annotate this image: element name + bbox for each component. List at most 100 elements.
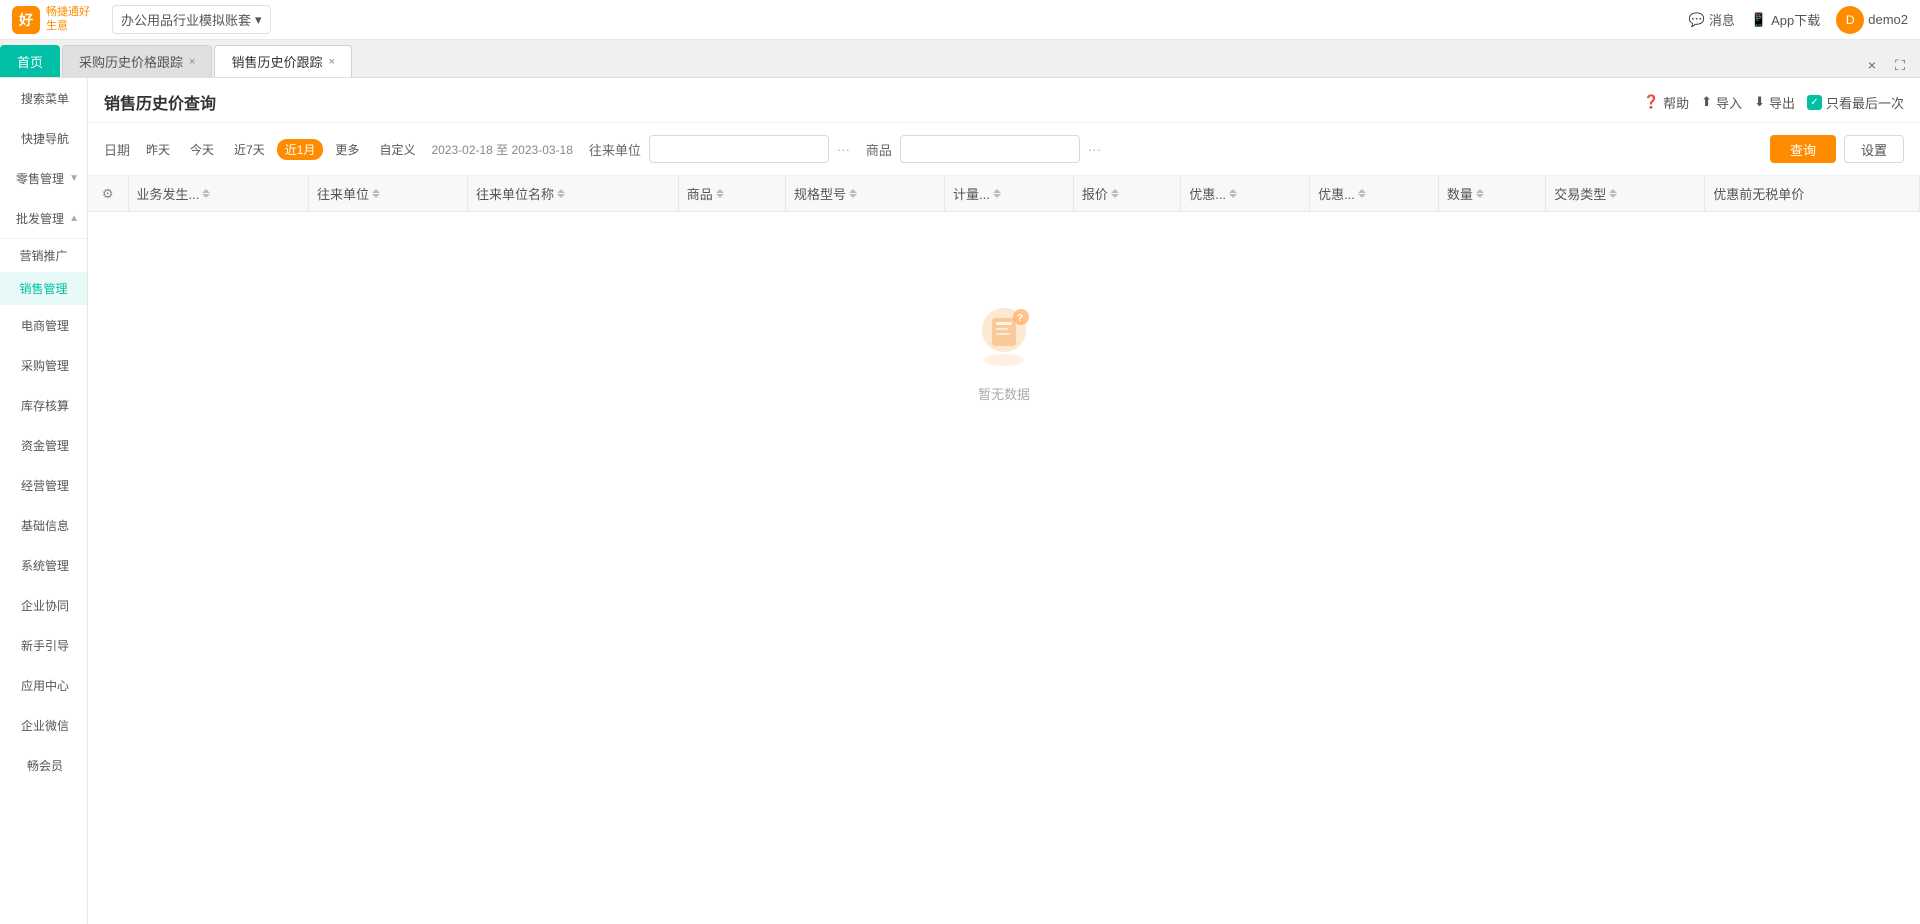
- tab-home[interactable]: 首页: [0, 45, 60, 77]
- app-download-label: App下载: [1771, 10, 1820, 29]
- import-action[interactable]: ⬆ 导入: [1701, 93, 1742, 112]
- message-action[interactable]: 💬 消息: [1689, 10, 1735, 29]
- date-range-display: 2023-02-18 至 2023-03-18: [431, 141, 572, 158]
- product-filter-input[interactable]: [900, 135, 1080, 163]
- sidebar-item-sales-mgmt-label: 销售管理: [19, 280, 67, 297]
- table-col-discount2[interactable]: 优惠...: [1310, 176, 1439, 212]
- table-col-partner-name[interactable]: 往来单位名称: [468, 176, 679, 212]
- date-tab-more[interactable]: 更多: [327, 139, 367, 160]
- table-col-unit[interactable]: 计量...: [945, 176, 1074, 212]
- sort-up-icon: [557, 189, 565, 193]
- date-tab-1month[interactable]: 近1月: [277, 139, 324, 160]
- setting-button[interactable]: 设置: [1844, 135, 1904, 163]
- partner-dots[interactable]: ···: [837, 142, 850, 157]
- sidebar: 搜索菜单 快捷导航 零售管理 ▼ 批发管理 ▲ 营销推广 销售管理 电商管理 采…: [0, 78, 88, 924]
- sidebar-item-sales-mgmt[interactable]: 销售管理: [0, 272, 87, 305]
- date-filter-label: 日期: [104, 140, 130, 159]
- tab-purchase-close[interactable]: ×: [189, 56, 195, 68]
- help-action[interactable]: ❓ 帮助: [1643, 93, 1689, 112]
- date-tab-yesterday[interactable]: 昨天: [138, 139, 178, 160]
- empty-state: ? 暂无数据: [88, 212, 1920, 483]
- sort-down-icon: [1229, 194, 1237, 198]
- sort-up-icon: [1358, 189, 1366, 193]
- sort-down-icon: [993, 194, 1001, 198]
- page-title: 销售历史价查询: [104, 90, 216, 114]
- product-dots[interactable]: ···: [1088, 142, 1101, 157]
- table-col-no-tax-price[interactable]: 优惠前无税单价: [1705, 176, 1920, 212]
- export-action[interactable]: ⬇ 导出: [1754, 93, 1795, 112]
- table-col-quantity[interactable]: 数量: [1438, 176, 1545, 212]
- sidebar-item-member[interactable]: 畅会员: [0, 745, 87, 785]
- table-col-trade-type[interactable]: 交易类型: [1546, 176, 1705, 212]
- sidebar-item-marketing[interactable]: 营销推广: [0, 239, 87, 272]
- sidebar-item-search[interactable]: 搜索菜单: [0, 78, 87, 118]
- date-tab-custom[interactable]: 自定义: [371, 139, 423, 160]
- query-button[interactable]: 查询: [1770, 135, 1836, 163]
- date-tabs: 昨天 今天 近7天 近1月 更多 自定义: [138, 139, 423, 160]
- sidebar-item-app-center[interactable]: 应用中心: [0, 665, 87, 705]
- page-header: 销售历史价查询 ❓ 帮助 ⬆ 导入 ⬇ 导出 ✓: [88, 78, 1920, 123]
- table-container: ⚙ 业务发生...: [88, 176, 1920, 924]
- sort-icon-biz-date: [202, 189, 210, 198]
- sidebar-item-shortcuts-label: 快捷导航: [21, 130, 69, 147]
- date-tab-today[interactable]: 今天: [182, 139, 222, 160]
- table-col-settings[interactable]: ⚙: [88, 176, 128, 212]
- table-col-discount1[interactable]: 优惠...: [1181, 176, 1310, 212]
- sidebar-item-guide[interactable]: 新手引导: [0, 625, 87, 665]
- product-filter-group: 商品 ···: [866, 135, 1101, 163]
- sort-up-icon: [1229, 189, 1237, 193]
- table-col-discount1-label: 优惠...: [1189, 184, 1226, 203]
- sidebar-item-system-label: 系统管理: [21, 557, 69, 574]
- export-label: 导出: [1769, 93, 1795, 112]
- sidebar-item-purchase-label: 采购管理: [21, 357, 69, 374]
- sidebar-item-basic[interactable]: 基础信息: [0, 505, 87, 545]
- svg-text:?: ?: [1017, 313, 1023, 324]
- sidebar-item-basic-label: 基础信息: [21, 517, 69, 534]
- sidebar-item-enterprise[interactable]: 企业协同: [0, 585, 87, 625]
- table-col-product[interactable]: 商品: [678, 176, 785, 212]
- data-table: ⚙ 业务发生...: [88, 176, 1920, 212]
- sidebar-item-guide-label: 新手引导: [21, 637, 69, 654]
- date-filter-group: 日期 昨天 今天 近7天 近1月 更多 自定义 2023-02-18 至 202…: [104, 139, 573, 160]
- sidebar-item-inventory[interactable]: 库存核算: [0, 385, 87, 425]
- user-action[interactable]: D demo2: [1836, 6, 1908, 34]
- date-tab-last7[interactable]: 近7天: [226, 139, 273, 160]
- page-container: 销售历史价查询 ❓ 帮助 ⬆ 导入 ⬇ 导出 ✓: [88, 78, 1920, 924]
- partner-filter-input[interactable]: [649, 135, 829, 163]
- main-layout: 搜索菜单 快捷导航 零售管理 ▼ 批发管理 ▲ 营销推广 销售管理 电商管理 采…: [0, 78, 1920, 924]
- table-col-spec[interactable]: 规格型号: [786, 176, 945, 212]
- table-col-partner-name-label: 往来单位名称: [476, 184, 554, 203]
- sidebar-item-wechat[interactable]: 企业微信: [0, 705, 87, 745]
- sidebar-item-system[interactable]: 系统管理: [0, 545, 87, 585]
- sort-icon-product: [716, 189, 724, 198]
- table-col-price[interactable]: 报价: [1073, 176, 1180, 212]
- sidebar-item-retail[interactable]: 零售管理 ▼: [0, 158, 87, 198]
- tab-home-label: 首页: [17, 52, 43, 71]
- table-col-spec-label: 规格型号: [794, 184, 846, 203]
- message-label: 消息: [1709, 10, 1735, 29]
- header-right: 💬 消息 📱 App下载 D demo2: [1689, 6, 1908, 34]
- table-col-partner-code[interactable]: 往来单位: [309, 176, 468, 212]
- sort-down-icon: [1358, 194, 1366, 198]
- tab-sales-close[interactable]: ×: [328, 56, 334, 68]
- table-col-biz-date-label: 业务发生...: [137, 184, 200, 203]
- app-download-action[interactable]: 📱 App下载: [1751, 10, 1820, 29]
- sidebar-item-ecommerce[interactable]: 电商管理: [0, 305, 87, 345]
- table-col-quantity-label: 数量: [1447, 184, 1473, 203]
- sidebar-item-shortcuts[interactable]: 快捷导航: [0, 118, 87, 158]
- sidebar-item-wholesale[interactable]: 批发管理 ▲: [0, 198, 87, 238]
- window-close-btn[interactable]: ×: [1860, 53, 1884, 77]
- sidebar-item-member-label: 畅会员: [27, 757, 63, 774]
- sidebar-item-operation[interactable]: 经营管理: [0, 465, 87, 505]
- table-col-biz-date[interactable]: 业务发生...: [128, 176, 309, 212]
- sidebar-item-retail-label: 零售管理: [11, 170, 69, 187]
- only-last-action[interactable]: ✓ 只看最后一次: [1807, 93, 1904, 112]
- sidebar-item-finance[interactable]: 资金管理: [0, 425, 87, 465]
- logo-icon: 好: [12, 6, 40, 34]
- tab-sales[interactable]: 销售历史价跟踪 ×: [214, 45, 351, 77]
- tab-purchase[interactable]: 采购历史价格跟踪 ×: [62, 45, 212, 77]
- sidebar-item-purchase[interactable]: 采购管理: [0, 345, 87, 385]
- table-col-no-tax-price-label: 优惠前无税单价: [1713, 184, 1804, 203]
- window-expand-btn[interactable]: ⛶: [1888, 53, 1912, 77]
- app-selector[interactable]: 办公用品行业模拟账套 ▾: [112, 5, 271, 34]
